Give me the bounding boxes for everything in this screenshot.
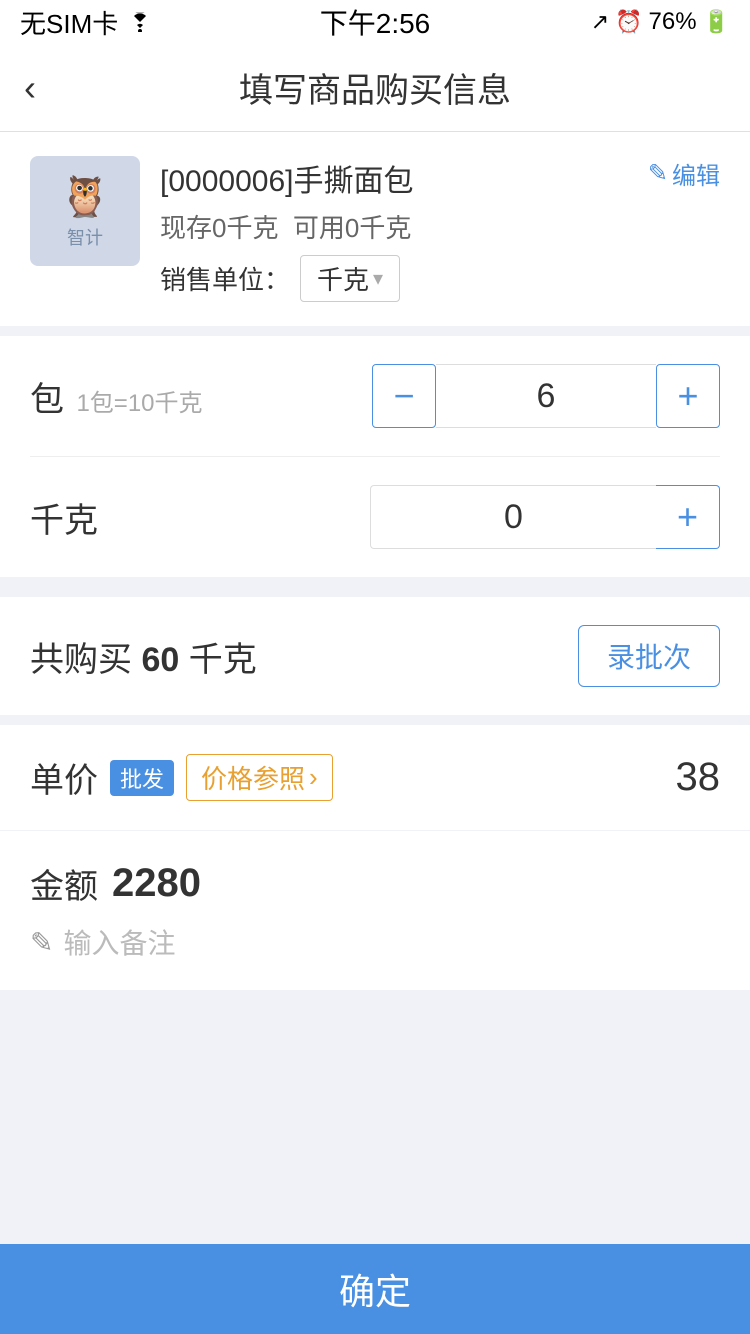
alarm-icon: ⏰: [615, 9, 642, 35]
price-left: 单价 批发 价格参照 ›: [30, 753, 333, 802]
product-card: 🦉 智计 [0000006]手撕面包 ✎ 编辑 现存0千克 可用0千克 销售单位…: [0, 132, 750, 336]
confirm-button-label: 确定: [339, 1263, 411, 1315]
price-section: 单价 批发 价格参照 › 38: [0, 725, 750, 831]
pack-label-area: 包 1包=10千克: [30, 372, 203, 421]
status-right: ↗ ⏰ 76% 🔋: [591, 8, 730, 36]
unit-value: 千克: [317, 260, 369, 297]
price-badge: 批发: [110, 760, 174, 796]
edit-label: 编辑: [672, 156, 720, 191]
status-left: 无SIM卡: [20, 4, 154, 41]
confirm-bar[interactable]: 确定: [0, 1244, 750, 1334]
product-thumbnail: 🦉 智计: [30, 156, 140, 266]
pack-sublabel: 1包=10千克: [76, 390, 202, 417]
back-button[interactable]: ‹: [24, 67, 36, 109]
kg-label: 千克: [30, 502, 98, 540]
pack-label: 包: [30, 381, 64, 419]
edit-icon: ✎: [648, 159, 668, 188]
total-text: 共购买 60 千克: [30, 632, 257, 681]
product-name: [0000006]手撕面包: [160, 156, 413, 200]
price-ref-label: 价格参照: [201, 759, 305, 796]
pack-increment-button[interactable]: +: [656, 364, 720, 428]
unit-label: 销售单位：: [160, 260, 290, 297]
kg-increment-button[interactable]: +: [656, 485, 720, 549]
kg-input[interactable]: [370, 485, 656, 549]
wifi-icon: [126, 12, 154, 32]
product-stock: 现存0千克 可用0千克: [160, 208, 720, 245]
product-header: [0000006]手撕面包 ✎ 编辑: [160, 156, 720, 200]
batch-button[interactable]: 录批次: [578, 625, 720, 687]
edit-button[interactable]: ✎ 编辑: [648, 156, 720, 191]
page-title: 填写商品购买信息: [239, 63, 511, 112]
total-amount: 60: [141, 641, 179, 679]
status-bar: 无SIM卡 下午2:56 ↗ ⏰ 76% 🔋: [0, 0, 750, 44]
kg-control: +: [370, 485, 720, 549]
kg-input-row: 千克 +: [30, 457, 720, 577]
pack-input-row: 包 1包=10千克 − +: [30, 336, 720, 457]
price-ref-arrow-icon: ›: [309, 762, 318, 793]
amount-label: 金额: [30, 859, 98, 908]
gps-icon: ↗: [591, 9, 609, 35]
pack-input[interactable]: [436, 364, 656, 428]
price-ref-button[interactable]: 价格参照 ›: [186, 754, 333, 801]
input-section: 包 1包=10千克 − + 千克 +: [0, 336, 750, 577]
amount-value: 2280: [112, 861, 201, 906]
kg-label-area: 千克: [30, 493, 98, 542]
status-time: 下午2:56: [320, 2, 431, 42]
total-section: 共购买 60 千克 录批次: [0, 587, 750, 725]
battery-text: 76%: [649, 8, 697, 36]
carrier-text: 无SIM卡: [20, 4, 118, 41]
note-pencil-icon: ✎: [30, 926, 53, 959]
product-owl-icon: 🦉: [60, 173, 110, 220]
battery-icon: 🔋: [703, 9, 730, 35]
amount-row: 金额 2280: [30, 859, 720, 908]
price-label: 单价: [30, 753, 98, 802]
note-row[interactable]: ✎ 输入备注: [30, 922, 720, 962]
product-unit-row: 销售单位： 千克 ▾: [160, 255, 720, 302]
pack-decrement-button[interactable]: −: [372, 364, 436, 428]
product-info: [0000006]手撕面包 ✎ 编辑 现存0千克 可用0千克 销售单位： 千克 …: [160, 156, 720, 302]
price-value: 38: [676, 755, 721, 800]
unit-select[interactable]: 千克 ▾: [300, 255, 400, 302]
product-thumb-label: 智计: [67, 224, 103, 250]
unit-dropdown-icon: ▾: [373, 266, 383, 291]
nav-bar: ‹ 填写商品购买信息: [0, 44, 750, 132]
pack-control: − +: [372, 364, 720, 428]
note-placeholder: 输入备注: [63, 922, 175, 962]
amount-section: 金额 2280 ✎ 输入备注: [0, 831, 750, 991]
